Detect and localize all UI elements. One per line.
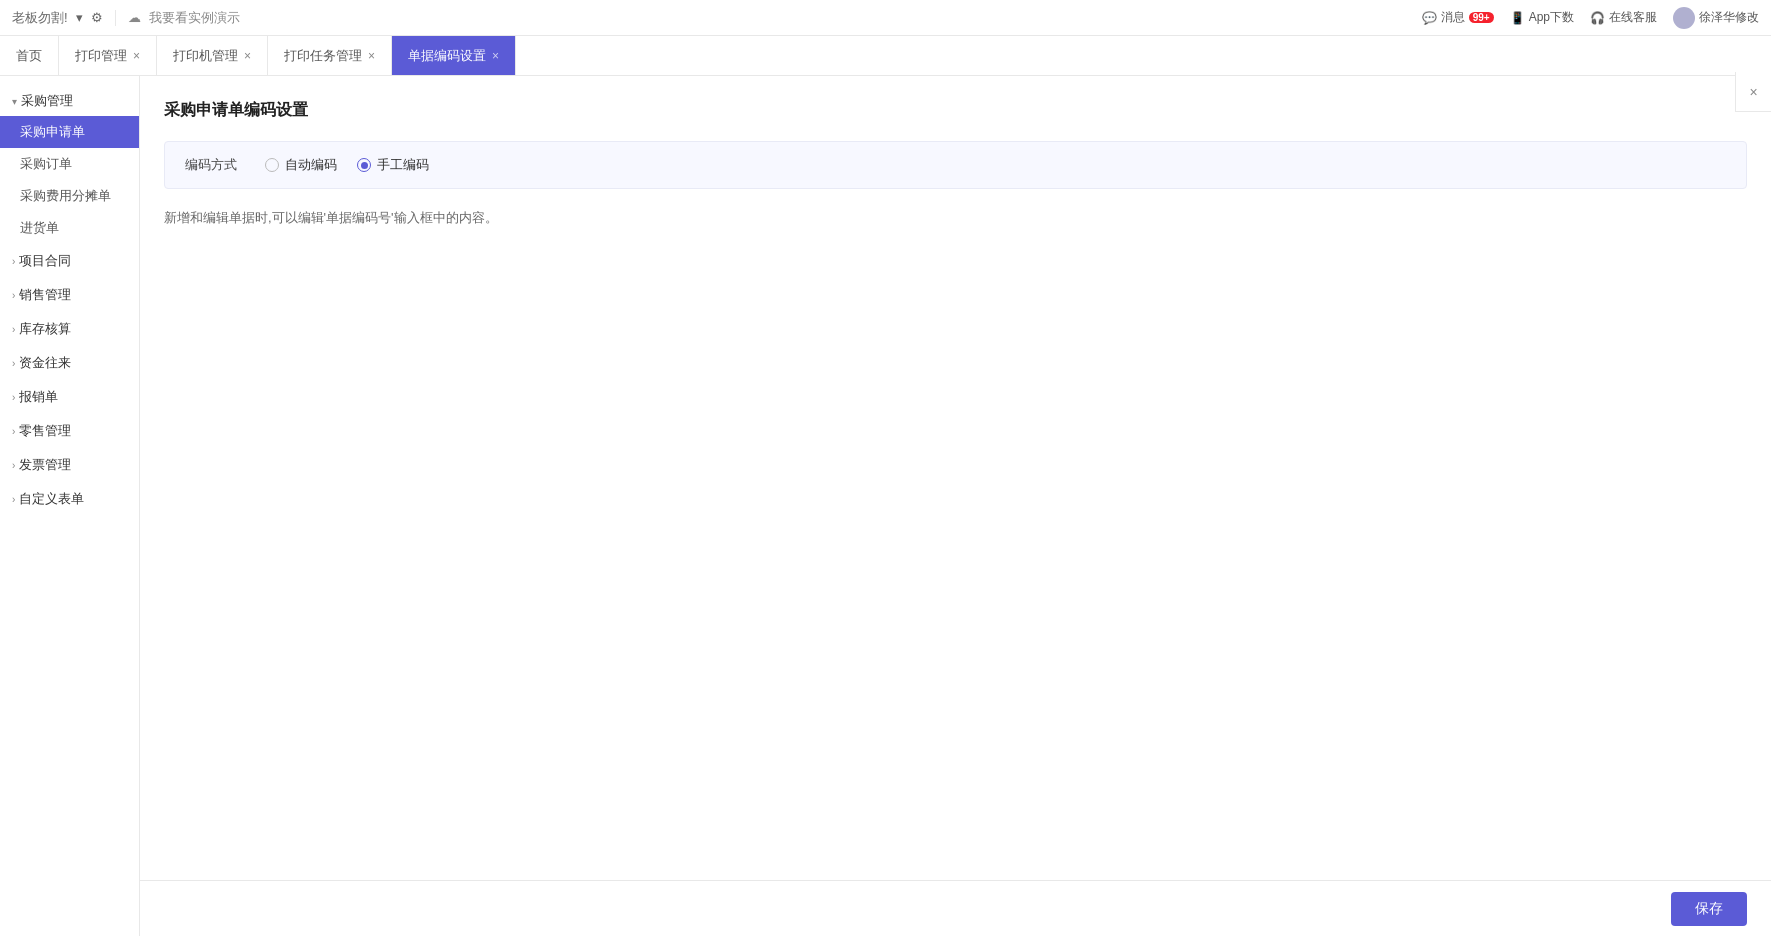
chevron-right-icon-7: › xyxy=(12,460,15,471)
sidebar-group-capital-label: 资金往来 xyxy=(19,354,71,372)
sidebar-group-capital[interactable]: › 资金往来 xyxy=(0,346,139,380)
radio-manual-label: 手工编码 xyxy=(377,156,429,174)
avatar xyxy=(1673,7,1695,29)
radio-auto-encoding[interactable]: 自动编码 xyxy=(265,156,337,174)
sidebar-group-custom-form[interactable]: › 自定义表单 xyxy=(0,482,139,516)
app-download-label: App下数 xyxy=(1529,9,1574,26)
message-badge: 99+ xyxy=(1469,12,1494,23)
tab-print-task-management-close[interactable]: × xyxy=(368,49,375,63)
tab-print-management[interactable]: 打印管理 × xyxy=(59,36,157,75)
tab-print-task-management-label: 打印任务管理 xyxy=(284,47,362,65)
content-area: 采购申请单编码设置 编码方式 自动编码 手工编码 新增和编辑单据时,可以编辑'单… xyxy=(140,76,1771,880)
sidebar-group-project-contract-label: 项目合同 xyxy=(19,252,71,270)
app-download-area[interactable]: 📱 App下数 xyxy=(1510,9,1574,26)
encoding-label: 编码方式 xyxy=(185,156,245,174)
main-content: 采购申请单编码设置 编码方式 自动编码 手工编码 新增和编辑单据时,可以编辑'单… xyxy=(140,76,1771,936)
user-name: 徐泽华修改 xyxy=(1699,9,1759,26)
top-bar-left: 老板勿割! ▾ ⚙ ☁ 我要看实例演示 xyxy=(12,9,240,27)
sidebar-group-expense-label: 报销单 xyxy=(19,388,58,406)
sidebar-group-sales-management-label: 销售管理 xyxy=(19,286,71,304)
message-icon: 💬 xyxy=(1422,11,1437,25)
online-service-area[interactable]: 🎧 在线客服 xyxy=(1590,9,1657,26)
online-service-label: 在线客服 xyxy=(1609,9,1657,26)
sidebar-group-invoice-label: 发票管理 xyxy=(19,456,71,474)
sidebar: ▾ 采购管理 采购申请单 采购订单 采购费用分摊单 进货单 › 项目合同 › 销… xyxy=(0,76,140,936)
chevron-right-icon: › xyxy=(12,256,15,267)
app-icon: 📱 xyxy=(1510,11,1525,25)
sidebar-item-goods-receipt[interactable]: 进货单 xyxy=(0,212,139,244)
radio-manual-encoding[interactable]: 手工编码 xyxy=(357,156,429,174)
sidebar-group-inventory[interactable]: › 库存核算 xyxy=(0,312,139,346)
radio-auto-label: 自动编码 xyxy=(285,156,337,174)
page-title: 采购申请单编码设置 xyxy=(164,100,1747,121)
logo-text: 老板勿割! xyxy=(12,9,68,27)
chevron-down-icon: ▾ xyxy=(12,96,17,107)
sidebar-item-purchase-cost-label: 采购费用分摊单 xyxy=(20,188,111,203)
chevron-right-icon-2: › xyxy=(12,290,15,301)
search-text[interactable]: 我要看实例演示 xyxy=(149,9,240,27)
tab-printer-management-label: 打印机管理 xyxy=(173,47,238,65)
tab-print-task-management[interactable]: 打印任务管理 × xyxy=(268,36,392,75)
sidebar-group-retail[interactable]: › 零售管理 xyxy=(0,414,139,448)
sidebar-group-retail-label: 零售管理 xyxy=(19,422,71,440)
encoding-section: 编码方式 自动编码 手工编码 xyxy=(164,141,1747,189)
headset-icon: 🎧 xyxy=(1590,11,1605,25)
radio-manual-circle xyxy=(357,158,371,172)
chevron-right-icon-3: › xyxy=(12,324,15,335)
sidebar-group-project-contract[interactable]: › 项目合同 xyxy=(0,244,139,278)
tab-print-management-label: 打印管理 xyxy=(75,47,127,65)
footer-bar: 保存 xyxy=(140,880,1771,936)
chevron-right-icon-4: › xyxy=(12,358,15,369)
top-bar-right: 💬 消息 99+ 📱 App下数 🎧 在线客服 徐泽华修改 xyxy=(1422,7,1759,29)
sidebar-item-purchase-request-label: 采购申请单 xyxy=(20,124,85,139)
cloud-icon: ☁ xyxy=(128,10,141,25)
radio-auto-circle xyxy=(265,158,279,172)
tab-home[interactable]: 首页 xyxy=(0,36,59,75)
sidebar-group-expense[interactable]: › 报销单 xyxy=(0,380,139,414)
chevron-right-icon-5: › xyxy=(12,392,15,403)
sidebar-group-purchase-management-label: 采购管理 xyxy=(21,92,73,110)
radio-group-encoding: 自动编码 手工编码 xyxy=(265,156,429,174)
close-all-tabs-button[interactable]: × xyxy=(1735,72,1771,112)
dropdown-icon[interactable]: ▾ xyxy=(76,10,83,25)
body-layout: ▾ 采购管理 采购申请单 采购订单 采购费用分摊单 进货单 › 项目合同 › 销… xyxy=(0,76,1771,936)
tab-print-management-close[interactable]: × xyxy=(133,49,140,63)
sidebar-group-inventory-label: 库存核算 xyxy=(19,320,71,338)
sidebar-group-custom-form-label: 自定义表单 xyxy=(19,490,84,508)
tab-bar: 首页 打印管理 × 打印机管理 × 打印任务管理 × 单据编码设置 × xyxy=(0,36,1771,76)
message-label: 消息 xyxy=(1441,9,1465,26)
save-button[interactable]: 保存 xyxy=(1671,892,1747,926)
chevron-right-icon-6: › xyxy=(12,426,15,437)
tab-printer-management[interactable]: 打印机管理 × xyxy=(157,36,268,75)
chevron-right-icon-8: › xyxy=(12,494,15,505)
tab-printer-management-close[interactable]: × xyxy=(244,49,251,63)
sidebar-group-sales-management[interactable]: › 销售管理 xyxy=(0,278,139,312)
sidebar-item-purchase-order-label: 采购订单 xyxy=(20,156,72,171)
message-area[interactable]: 💬 消息 99+ xyxy=(1422,9,1494,26)
sidebar-item-purchase-order[interactable]: 采购订单 xyxy=(0,148,139,180)
tab-home-label: 首页 xyxy=(16,47,42,65)
sidebar-group-invoice[interactable]: › 发票管理 xyxy=(0,448,139,482)
tab-encoding-settings[interactable]: 单据编码设置 × xyxy=(392,36,516,75)
settings-icon[interactable]: ⚙ xyxy=(91,10,103,25)
tab-encoding-settings-close[interactable]: × xyxy=(492,49,499,63)
sidebar-group-purchase-management[interactable]: ▾ 采购管理 xyxy=(0,84,139,116)
top-bar: 老板勿割! ▾ ⚙ ☁ 我要看实例演示 💬 消息 99+ 📱 App下数 🎧 在… xyxy=(0,0,1771,36)
sidebar-item-goods-receipt-label: 进货单 xyxy=(20,220,59,235)
user-area[interactable]: 徐泽华修改 xyxy=(1673,7,1759,29)
sidebar-item-purchase-request[interactable]: 采购申请单 xyxy=(0,116,139,148)
sidebar-item-purchase-cost[interactable]: 采购费用分摊单 xyxy=(0,180,139,212)
info-text: 新增和编辑单据时,可以编辑'单据编码号'输入框中的内容。 xyxy=(164,209,1747,227)
tab-encoding-settings-label: 单据编码设置 xyxy=(408,47,486,65)
